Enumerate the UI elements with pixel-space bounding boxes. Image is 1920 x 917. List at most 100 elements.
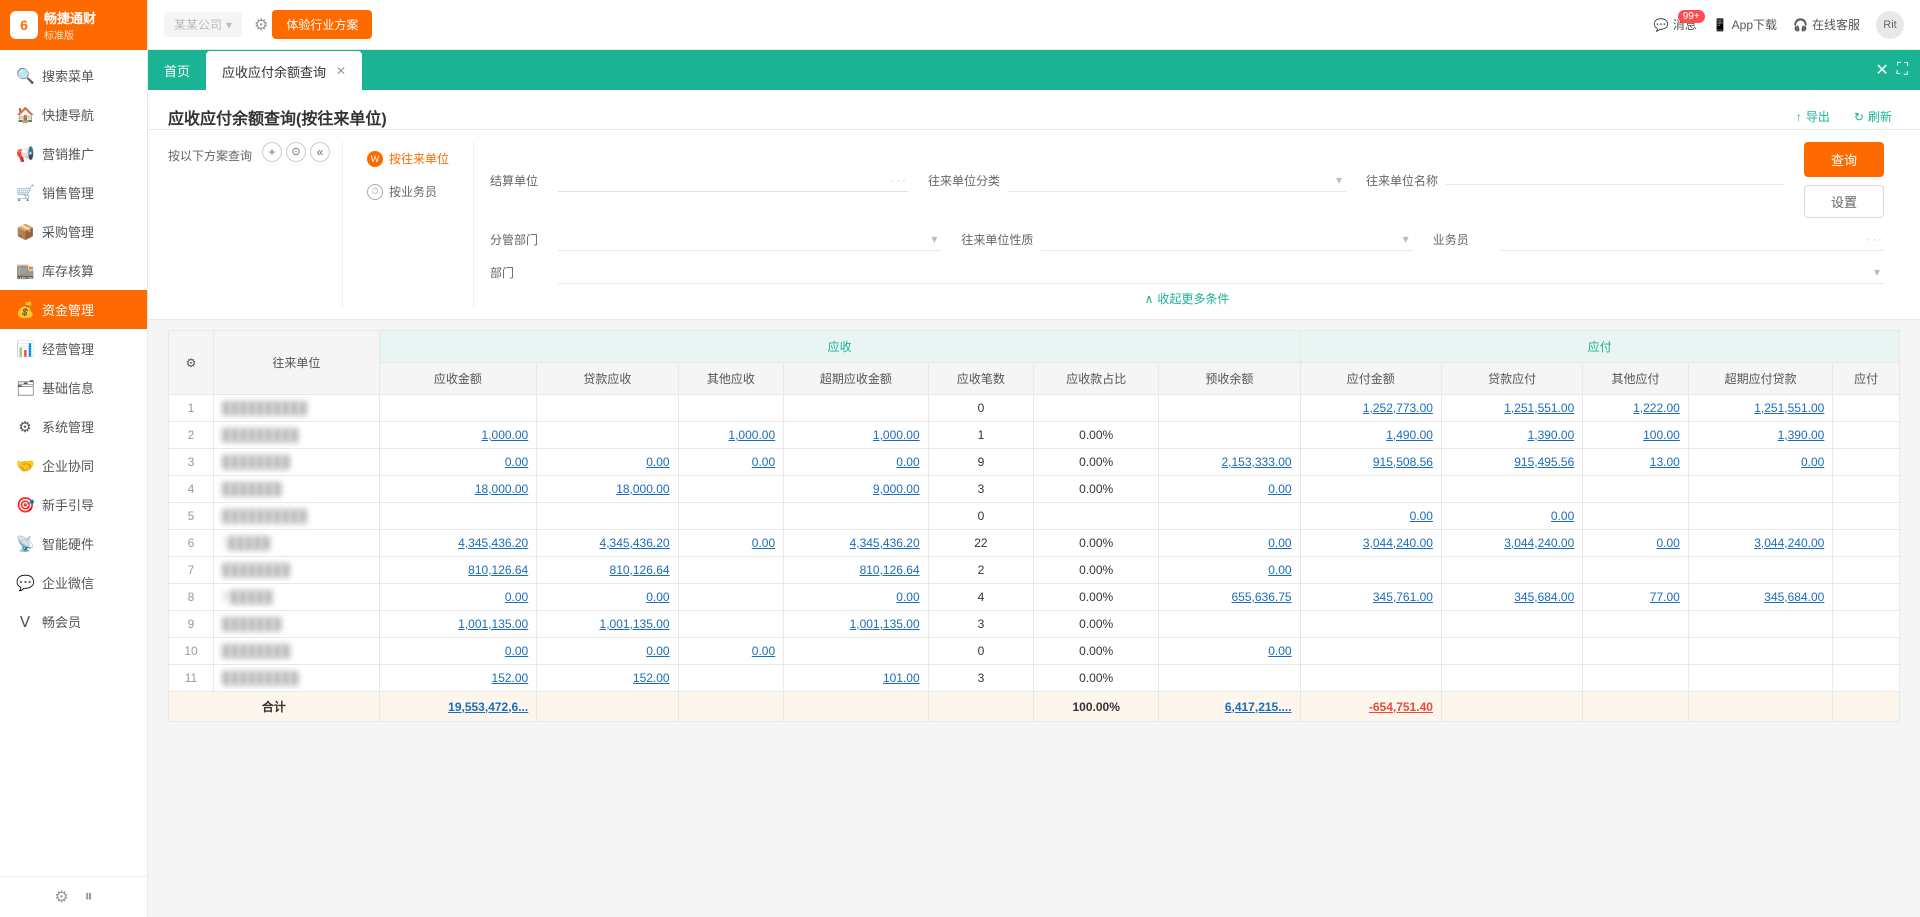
row-8-ar-other[interactable]: [678, 584, 784, 611]
row-1-ar-amount[interactable]: [379, 395, 537, 422]
row-11-ap-other[interactable]: [1583, 665, 1689, 692]
sidebar-item-hardware[interactable]: 📡智能硬件: [0, 524, 147, 563]
row-11-ap-loan[interactable]: [1441, 665, 1582, 692]
row-6-ap-loan[interactable]: 3,044,240.00: [1441, 530, 1582, 557]
row-11-ap-amount[interactable]: [1300, 665, 1441, 692]
salesman-input[interactable]: ···: [1501, 228, 1884, 251]
sidebar-item-operation[interactable]: 📊经营管理: [0, 329, 147, 368]
total-ar-overdue[interactable]: [784, 692, 929, 722]
row-10-ar-loan[interactable]: 0.00: [537, 638, 678, 665]
row-10-ar-advance[interactable]: 0.00: [1159, 638, 1300, 665]
total-ar-other[interactable]: [678, 692, 784, 722]
row-5-ar-other[interactable]: [678, 503, 784, 530]
row-6-ar-amount[interactable]: 4,345,436.20: [379, 530, 537, 557]
row-8-ar-loan[interactable]: 0.00: [537, 584, 678, 611]
row-6-ar-other[interactable]: 0.00: [678, 530, 784, 557]
row-4-ar-loan[interactable]: 18,000.00: [537, 476, 678, 503]
row-1-ar-advance[interactable]: [1159, 395, 1300, 422]
topbar-settings-icon[interactable]: ⚙: [254, 15, 268, 35]
partner-type-select[interactable]: ▾: [1008, 169, 1346, 192]
service-button[interactable]: 🎧 在线客服: [1793, 16, 1860, 33]
scheme-by-unit[interactable]: W 按往来单位: [355, 142, 461, 175]
row-11-ar-loan[interactable]: 152.00: [537, 665, 678, 692]
sidebar-item-inventory[interactable]: 🏬库存核算: [0, 251, 147, 290]
row-2-ar-other[interactable]: 1,000.00: [678, 422, 784, 449]
row-10-ar-overdue[interactable]: [784, 638, 929, 665]
row-3-ar-loan[interactable]: 0.00: [537, 449, 678, 476]
row-11-ar-advance[interactable]: [1159, 665, 1300, 692]
row-11-ap-overdue[interactable]: [1688, 665, 1833, 692]
row-10-ap-amount[interactable]: [1300, 638, 1441, 665]
row-4-ap-other[interactable]: [1583, 476, 1689, 503]
row-8-ar-amount[interactable]: 0.00: [379, 584, 537, 611]
settings-footer-icon[interactable]: ⚙: [54, 887, 68, 907]
tab-close-all-button[interactable]: ✕: [1875, 60, 1888, 80]
row-10-ap-other[interactable]: [1583, 638, 1689, 665]
department-select[interactable]: ▾: [558, 261, 1884, 284]
row-6-ar-overdue[interactable]: 4,345,436.20: [784, 530, 929, 557]
tab-query[interactable]: 应收应付余额查询 ✕: [206, 51, 362, 91]
row-1-ar-loan[interactable]: [537, 395, 678, 422]
row-2-ap-overdue[interactable]: 1,390.00: [1688, 422, 1833, 449]
row-2-ar-amount[interactable]: 1,000.00: [379, 422, 537, 449]
row-4-ap-overdue[interactable]: [1688, 476, 1833, 503]
table-settings-header[interactable]: ⚙: [169, 331, 214, 395]
row-6-ar-loan[interactable]: 4,345,436.20: [537, 530, 678, 557]
row-2-ar-advance[interactable]: [1159, 422, 1300, 449]
dept-select[interactable]: ▾: [558, 228, 941, 251]
row-10-ap-overdue[interactable]: [1688, 638, 1833, 665]
sidebar-item-basic[interactable]: 🗂基础信息: [0, 368, 147, 407]
row-11-ar-overdue[interactable]: 101.00: [784, 665, 929, 692]
row-1-ap-extra[interactable]: [1833, 395, 1900, 422]
sidebar-item-purchase[interactable]: 📦采购管理: [0, 212, 147, 251]
row-4-ap-loan[interactable]: [1441, 476, 1582, 503]
row-4-ar-amount[interactable]: 18,000.00: [379, 476, 537, 503]
row-4-ar-overdue[interactable]: 9,000.00: [784, 476, 929, 503]
row-11-ar-other[interactable]: [678, 665, 784, 692]
row-8-ar-advance[interactable]: 655,636.75: [1159, 584, 1300, 611]
row-1-ap-overdue[interactable]: 1,251,551.00: [1688, 395, 1833, 422]
row-9-ap-extra[interactable]: [1833, 611, 1900, 638]
row-6-ar-advance[interactable]: 0.00: [1159, 530, 1300, 557]
row-6-ap-overdue[interactable]: 3,044,240.00: [1688, 530, 1833, 557]
row-9-ap-overdue[interactable]: [1688, 611, 1833, 638]
sidebar-item-search[interactable]: 🔍搜索菜单: [0, 56, 147, 95]
query-button[interactable]: 查询: [1804, 142, 1884, 177]
row-5-ar-overdue[interactable]: [784, 503, 929, 530]
row-8-ap-loan[interactable]: 345,684.00: [1441, 584, 1582, 611]
row-5-ap-overdue[interactable]: [1688, 503, 1833, 530]
row-2-ar-overdue[interactable]: 1,000.00: [784, 422, 929, 449]
row-5-ar-loan[interactable]: [537, 503, 678, 530]
row-10-ar-other[interactable]: 0.00: [678, 638, 784, 665]
settings-button[interactable]: 设置: [1804, 185, 1884, 218]
row-2-ap-other[interactable]: 100.00: [1583, 422, 1689, 449]
row-1-ap-loan[interactable]: 1,251,551.00: [1441, 395, 1582, 422]
row-4-ap-amount[interactable]: [1300, 476, 1441, 503]
sidebar-item-finance[interactable]: 💰资金管理: [0, 290, 147, 329]
row-10-ar-amount[interactable]: 0.00: [379, 638, 537, 665]
row-10-ap-extra[interactable]: [1833, 638, 1900, 665]
promo-button[interactable]: 体验行业方案: [272, 10, 372, 39]
row-5-ap-loan[interactable]: 0.00: [1441, 503, 1582, 530]
partner-name-input[interactable]: [1446, 176, 1784, 185]
total-ar-loan[interactable]: [537, 692, 678, 722]
row-6-ap-other[interactable]: 0.00: [1583, 530, 1689, 557]
row-4-ap-extra[interactable]: [1833, 476, 1900, 503]
row-2-ar-loan[interactable]: [537, 422, 678, 449]
row-7-ap-overdue[interactable]: [1688, 557, 1833, 584]
row-9-ar-amount[interactable]: 1,001,135.00: [379, 611, 537, 638]
row-9-ar-loan[interactable]: 1,001,135.00: [537, 611, 678, 638]
row-9-ap-other[interactable]: [1583, 611, 1689, 638]
row-4-ar-other[interactable]: [678, 476, 784, 503]
collapse-footer-icon[interactable]: ⏸: [85, 888, 93, 906]
row-7-ap-amount[interactable]: [1300, 557, 1441, 584]
app-download-button[interactable]: 📱 App下载: [1713, 16, 1777, 33]
row-7-ar-amount[interactable]: 810,126.64: [379, 557, 537, 584]
row-3-ar-advance[interactable]: 2,153,333.00: [1159, 449, 1300, 476]
tab-expand-button[interactable]: ⛶: [1897, 61, 1908, 79]
sidebar-item-guide[interactable]: 🎯新手引导: [0, 485, 147, 524]
row-8-ap-extra[interactable]: [1833, 584, 1900, 611]
filter-settings-button[interactable]: ⊙: [286, 142, 306, 162]
sidebar-item-wechat[interactable]: 💬企业微信: [0, 563, 147, 602]
row-2-ap-loan[interactable]: 1,390.00: [1441, 422, 1582, 449]
